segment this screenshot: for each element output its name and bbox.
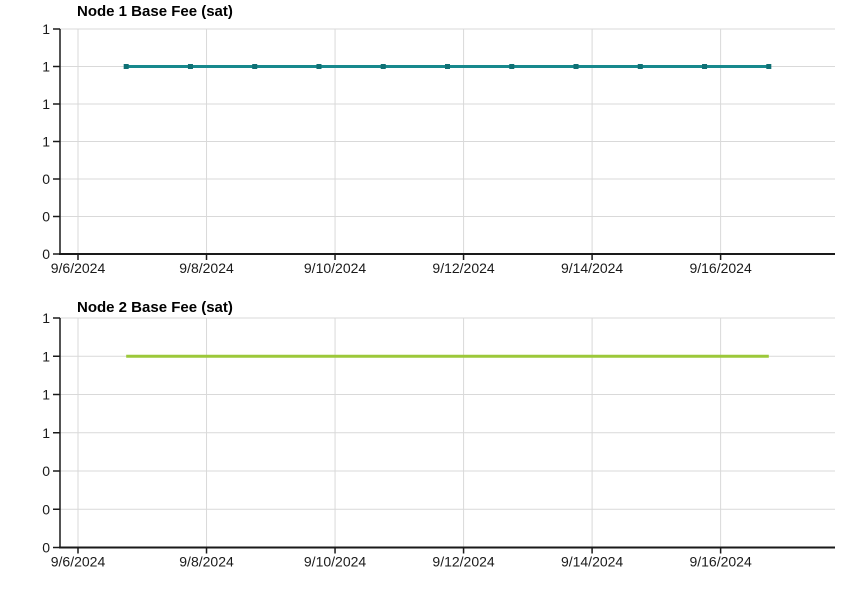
data-point-marker [124, 64, 129, 69]
x-tick-label: 9/12/2024 [432, 554, 494, 570]
data-point-marker [702, 64, 707, 69]
y-tick-label: 1 [42, 387, 50, 403]
base-fee-dashboard: Node 1 Base Fee (sat) 11110009/6/20249/8… [0, 0, 860, 600]
tick-marks [53, 318, 721, 554]
chart-node-2-base-fee: Node 2 Base Fee (sat) 11110009/6/20249/8… [0, 289, 860, 600]
y-tick-label: 1 [42, 59, 50, 75]
x-tick-label: 9/8/2024 [179, 554, 234, 570]
x-tick-label: 9/6/2024 [51, 554, 106, 570]
y-tick-label: 0 [42, 463, 50, 479]
y-tick-label: 1 [42, 134, 50, 150]
chart-plot-node-2: 11110009/6/20249/8/20249/10/20249/12/202… [0, 289, 860, 600]
y-tick-label: 0 [42, 171, 50, 187]
chart-plot-node-1: 11110009/6/20249/8/20249/10/20249/12/202… [0, 0, 860, 289]
data-point-marker [188, 64, 193, 69]
y-tick-label: 0 [42, 540, 50, 556]
tick-marks [53, 29, 721, 260]
h-gridlines [60, 318, 835, 509]
x-tick-label: 9/6/2024 [51, 260, 106, 276]
h-gridlines [60, 29, 835, 217]
y-tick-label: 0 [42, 246, 50, 262]
data-point-marker [766, 64, 771, 69]
y-tick-label: 1 [42, 348, 50, 364]
x-tick-label: 9/10/2024 [304, 554, 366, 570]
y-tick-labels: 1 1 1 1 0 0 0 [42, 310, 50, 556]
data-point-marker [574, 64, 579, 69]
x-tick-label: 9/16/2024 [689, 554, 751, 570]
x-tick-label: 9/14/2024 [561, 260, 623, 276]
y-tick-label: 1 [42, 310, 50, 326]
y-tick-label: 0 [42, 209, 50, 225]
y-tick-label: 1 [42, 425, 50, 441]
data-point-marker [381, 64, 386, 69]
data-point-marker [445, 64, 450, 69]
x-tick-labels: 9/6/2024 9/8/2024 9/10/2024 9/12/2024 9/14/2… [51, 260, 752, 276]
y-tick-label: 1 [42, 96, 50, 112]
data-point-marker [509, 64, 514, 69]
x-tick-label: 9/16/2024 [689, 260, 751, 276]
data-point-marker [638, 64, 643, 69]
x-tick-label: 9/8/2024 [179, 260, 234, 276]
y-tick-label: 1 [42, 21, 50, 37]
data-point-marker [316, 64, 321, 69]
data-point-marker [252, 64, 257, 69]
y-tick-label: 0 [42, 501, 50, 517]
x-tick-labels: 9/6/2024 9/8/2024 9/10/2024 9/12/2024 9/14/2… [51, 554, 752, 570]
x-tick-label: 9/12/2024 [432, 260, 494, 276]
y-tick-labels: 1 1 1 1 0 0 0 [42, 21, 50, 262]
chart-node-1-base-fee: Node 1 Base Fee (sat) 11110009/6/20249/8… [0, 0, 860, 289]
x-tick-label: 9/10/2024 [304, 260, 366, 276]
x-tick-label: 9/14/2024 [561, 554, 623, 570]
